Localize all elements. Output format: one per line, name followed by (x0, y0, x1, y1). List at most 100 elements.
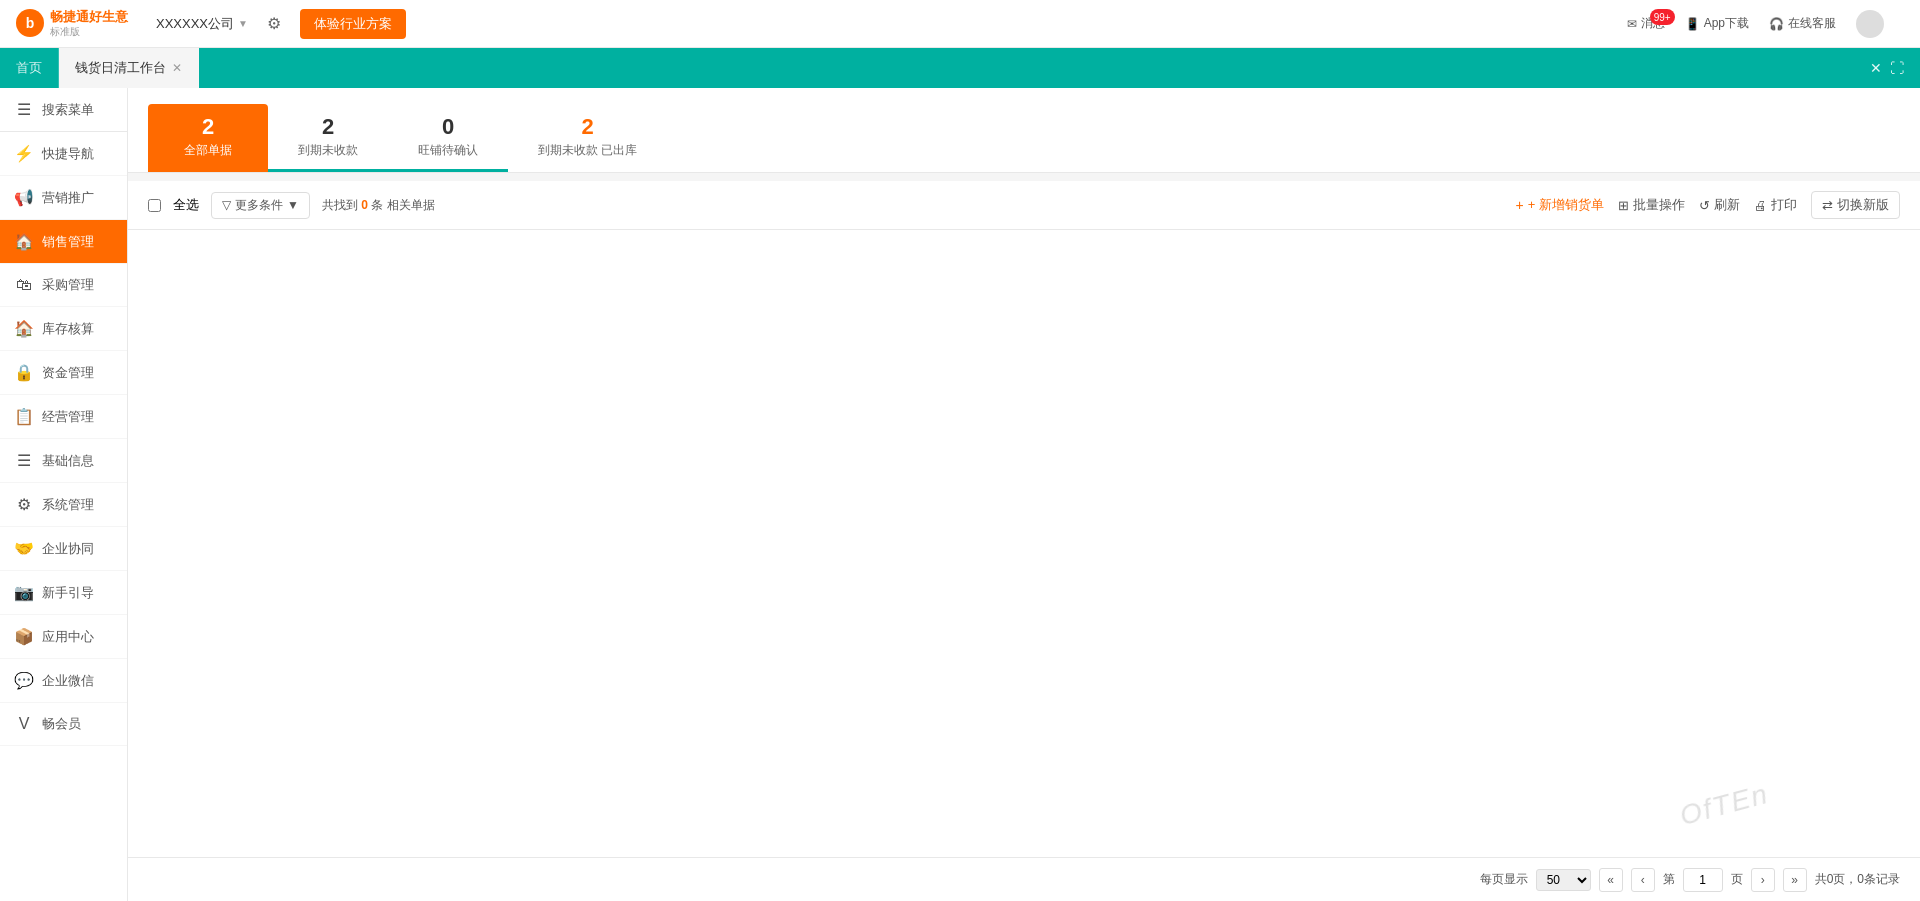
new-order-label: + 新增销货单 (1528, 196, 1604, 214)
sidebar: ☰ 搜索菜单 ⚡ 快捷导航 📢 营销推广 🏠 销售管理 🛍 采购管理 🏠 库存核… (0, 88, 128, 901)
tab-bar: 首页 钱货日清工作台 ✕ ✕ ⛶ (0, 48, 1920, 88)
select-all-checkbox[interactable] (148, 199, 161, 212)
tab-close-button[interactable]: ✕ (1870, 60, 1882, 76)
per-page-label: 每页显示 (1480, 871, 1528, 888)
sidebar-item-basics[interactable]: ☰ 基础信息 (0, 439, 127, 483)
tab-expand-button[interactable]: ⛶ (1890, 60, 1904, 76)
header-left: b 畅捷通好生意 标准版 XXXXXX公司 ▼ ⚙ 体验行业方案 (16, 9, 406, 39)
sidebar-label-purchase: 采购管理 (42, 276, 94, 294)
sidebar-label-system: 系统管理 (42, 496, 94, 514)
sidebar-item-finance[interactable]: 🔒 资金管理 (0, 351, 127, 395)
next-page-button[interactable]: › (1751, 868, 1775, 892)
sidebar-label-search-menu: 搜索菜单 (42, 101, 94, 119)
sidebar-item-operations[interactable]: 📋 经营管理 (0, 395, 127, 439)
refresh-icon: ↺ (1699, 198, 1710, 213)
per-page-select[interactable]: 50 10 20 100 (1536, 869, 1591, 891)
print-icon: 🖨 (1754, 198, 1767, 213)
found-text: 共找到 0 条 相关单据 (322, 197, 435, 214)
page-number-input[interactable] (1683, 868, 1723, 892)
last-page-button[interactable]: » (1783, 868, 1807, 892)
sidebar-item-inventory[interactable]: 🏠 库存核算 (0, 307, 127, 351)
batch-label: 批量操作 (1633, 196, 1685, 214)
message-badge: 99+ (1650, 9, 1675, 25)
cooperation-icon: 🤝 (14, 539, 34, 558)
logo-sub: 标准版 (50, 25, 128, 38)
sidebar-item-apps[interactable]: 📦 应用中心 (0, 615, 127, 659)
stat-num-overdue: 2 (322, 114, 334, 140)
marketing-icon: 📢 (14, 188, 34, 207)
logo-main: 畅捷通好生意 (50, 9, 128, 26)
sidebar-item-wechat[interactable]: 💬 企业微信 (0, 659, 127, 703)
sales-icon: 🏠 (14, 232, 34, 251)
switch-label: 切换新版 (1837, 196, 1889, 214)
system-icon: ⚙ (14, 495, 34, 514)
sidebar-item-search-menu[interactable]: ☰ 搜索菜单 (0, 88, 127, 132)
print-button[interactable]: 🖨 打印 (1754, 196, 1797, 214)
avatar[interactable] (1856, 10, 1884, 38)
new-order-button[interactable]: + + 新增销货单 (1516, 196, 1604, 214)
prev-page-button[interactable]: ‹ (1631, 868, 1655, 892)
member-icon: V (14, 715, 34, 733)
message-action[interactable]: ✉ 消息 99+ (1627, 15, 1665, 32)
refresh-button[interactable]: ↺ 刷新 (1699, 196, 1740, 214)
batch-icon: ⊞ (1618, 198, 1629, 213)
batch-operate-button[interactable]: ⊞ 批量操作 (1618, 196, 1685, 214)
stat-tab-wangpu[interactable]: 0 旺铺待确认 (388, 104, 508, 172)
purchase-icon: 🛍 (14, 276, 34, 294)
trial-button[interactable]: 体验行业方案 (300, 9, 406, 39)
stat-label-overdue: 到期未收款 (298, 142, 358, 159)
main-content: 2 全部单据 2 到期未收款 0 旺铺待确认 2 到期未收款 已出库 全选 ▽ (128, 88, 1920, 901)
sidebar-label-cooperation: 企业协同 (42, 540, 94, 558)
company-selector[interactable]: XXXXXX公司 ▼ (156, 15, 248, 33)
stats-bar: 2 全部单据 2 到期未收款 0 旺铺待确认 2 到期未收款 已出库 (128, 88, 1920, 173)
sidebar-item-quick-nav[interactable]: ⚡ 快捷导航 (0, 132, 127, 176)
sidebar-item-sales[interactable]: 🏠 销售管理 (0, 220, 127, 264)
found-suffix: 相关单据 (387, 198, 435, 212)
stat-num-wangpu: 0 (442, 114, 454, 140)
basics-icon: ☰ (14, 451, 34, 470)
print-label: 打印 (1771, 196, 1797, 214)
stat-label-shipped: 到期未收款 已出库 (538, 142, 637, 159)
tab-close-icon[interactable]: ✕ (172, 61, 182, 75)
sidebar-item-purchase[interactable]: 🛍 采购管理 (0, 264, 127, 307)
wechat-icon: 💬 (14, 671, 34, 690)
tab-home[interactable]: 首页 (0, 48, 59, 88)
sidebar-item-guide[interactable]: 📷 新手引导 (0, 571, 127, 615)
sidebar-label-basics: 基础信息 (42, 452, 94, 470)
tab-cashflow[interactable]: 钱货日清工作台 ✕ (59, 48, 199, 88)
guide-icon: 📷 (14, 583, 34, 602)
stat-tab-shipped[interactable]: 2 到期未收款 已出库 (508, 104, 667, 172)
sidebar-item-system[interactable]: ⚙ 系统管理 (0, 483, 127, 527)
sidebar-item-cooperation[interactable]: 🤝 企业协同 (0, 527, 127, 571)
stat-num-shipped: 2 (582, 114, 594, 140)
service-action[interactable]: 🎧 在线客服 (1769, 15, 1836, 32)
sidebar-label-marketing: 营销推广 (42, 189, 94, 207)
switch-icon: ⇄ (1822, 198, 1833, 213)
sidebar-label-sales: 销售管理 (42, 233, 94, 251)
pagination: 每页显示 50 10 20 100 « ‹ 第 页 › » 共0页，0条记录 (128, 857, 1920, 901)
filter-button[interactable]: ▽ 更多条件 ▼ (211, 192, 310, 219)
stat-label-wangpu: 旺铺待确认 (418, 142, 478, 159)
switch-version-button[interactable]: ⇄ 切换新版 (1811, 191, 1900, 219)
sidebar-label-finance: 资金管理 (42, 364, 94, 382)
company-arrow-icon: ▼ (238, 18, 248, 29)
message-icon: ✉ (1627, 17, 1637, 31)
stat-tab-overdue[interactable]: 2 到期未收款 (268, 104, 388, 172)
logo-icon: b (16, 9, 44, 37)
sidebar-label-quick-nav: 快捷导航 (42, 145, 94, 163)
finance-icon: 🔒 (14, 363, 34, 382)
total-text: 共0页，0条记录 (1815, 871, 1900, 888)
first-page-button[interactable]: « (1599, 868, 1623, 892)
refresh-label: 刷新 (1714, 196, 1740, 214)
found-unit: 条 (371, 198, 383, 212)
app-download-action[interactable]: 📱 App下载 (1685, 15, 1749, 32)
found-count: 0 (361, 198, 368, 212)
sidebar-label-inventory: 库存核算 (42, 320, 94, 338)
sidebar-label-guide: 新手引导 (42, 584, 94, 602)
operations-icon: 📋 (14, 407, 34, 426)
sidebar-item-member[interactable]: V 畅会员 (0, 703, 127, 746)
stat-tab-all[interactable]: 2 全部单据 (148, 104, 268, 172)
sidebar-item-marketing[interactable]: 📢 营销推广 (0, 176, 127, 220)
settings-button[interactable]: ⚙ (260, 10, 288, 38)
toolbar-left: 全选 ▽ 更多条件 ▼ 共找到 0 条 相关单据 (148, 192, 435, 219)
